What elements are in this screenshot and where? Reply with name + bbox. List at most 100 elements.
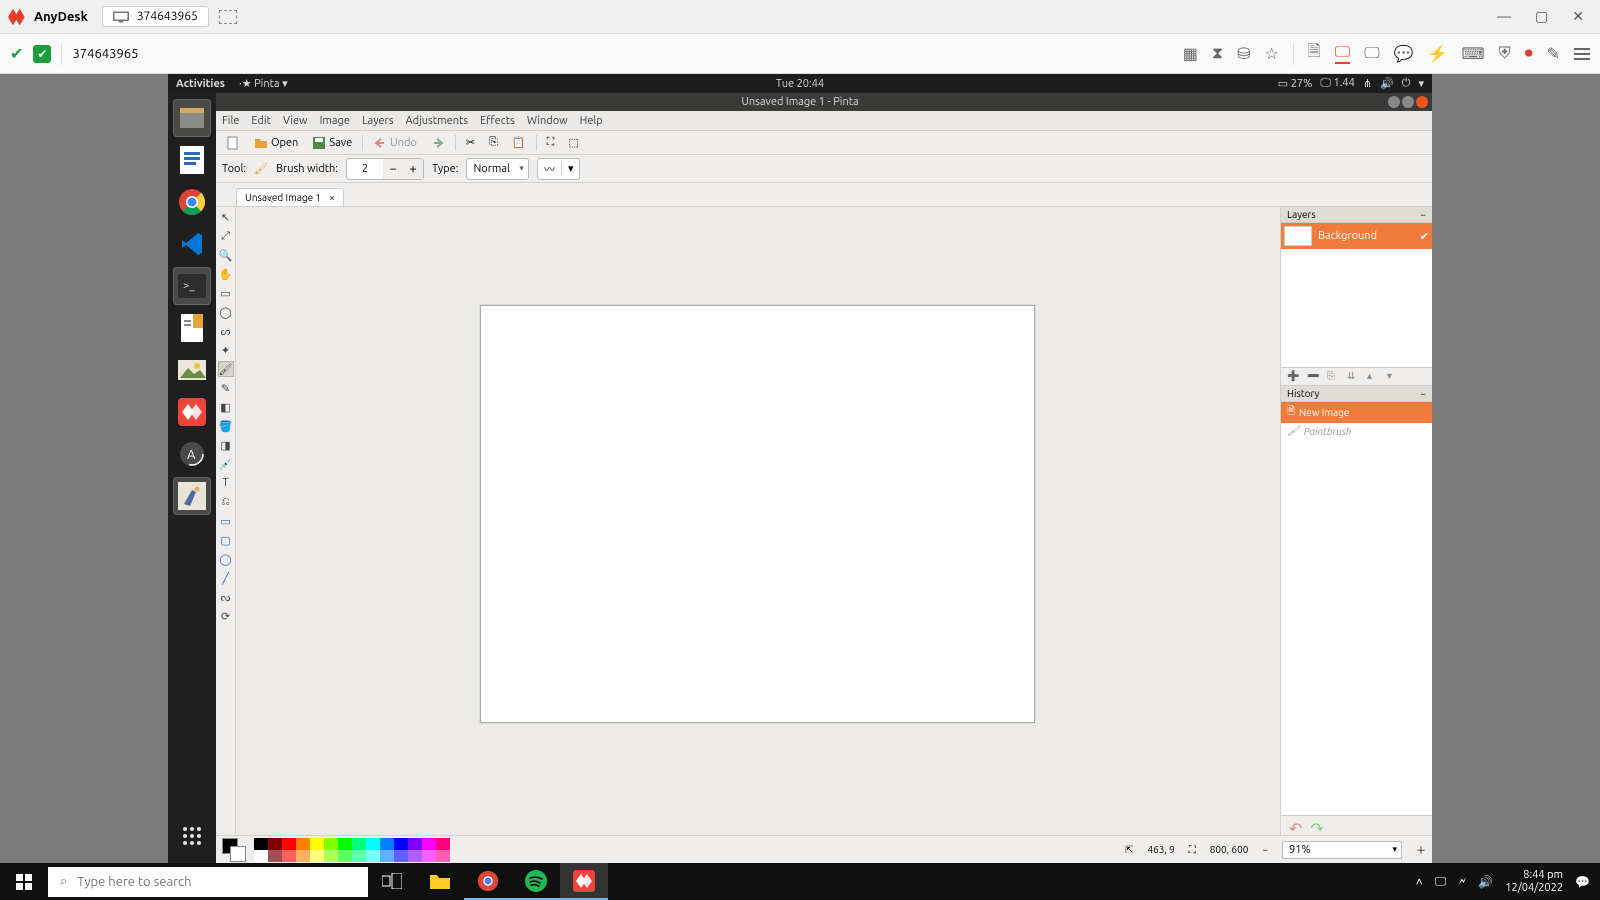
record-icon[interactable]: ⏺ (1525, 44, 1533, 63)
tool-gradient[interactable]: ◨ (218, 437, 234, 453)
volume-icon[interactable]: 🔊 (1380, 77, 1394, 90)
palette-color[interactable] (268, 850, 282, 862)
pinta-maximize-icon[interactable] (1402, 96, 1414, 108)
dock-libreoffice-writer[interactable] (173, 141, 211, 179)
brush-width-increase[interactable]: + (403, 159, 423, 179)
menu-effects[interactable]: Effects (480, 115, 515, 127)
redo-button[interactable] (427, 134, 449, 152)
app-menu[interactable]: ·★ Pinta ▾ (239, 77, 288, 90)
menu-layers[interactable]: Layers (362, 115, 394, 127)
tool-move-sel[interactable]: ⤢ (218, 228, 234, 244)
new-tab-button[interactable] (219, 10, 237, 24)
palette-color[interactable] (296, 850, 310, 862)
start-button[interactable] (0, 874, 48, 890)
dock-show-apps[interactable] (173, 817, 211, 855)
tool-freeform[interactable]: ᔓ (218, 589, 234, 605)
tool-pencil[interactable]: ✎ (218, 380, 234, 396)
undo-button[interactable]: Undo (369, 134, 421, 152)
zoom-select[interactable]: 91% (1282, 841, 1402, 859)
menu-edit[interactable]: Edit (251, 115, 271, 127)
menu-icon[interactable] (1574, 48, 1590, 60)
background-color[interactable] (230, 846, 246, 862)
palette-color[interactable] (282, 850, 296, 862)
tool-recolor[interactable]: ⟳ (218, 608, 234, 624)
duplicate-layer-icon[interactable]: ⎘ (1327, 370, 1341, 384)
dock-pinta[interactable] (173, 477, 211, 515)
stroke-style-segment[interactable]: 〰▾ (537, 158, 581, 180)
tool-text[interactable]: T (218, 475, 234, 491)
brush-width-input[interactable] (347, 163, 383, 175)
dock-text-editor[interactable] (173, 309, 211, 347)
palette-color[interactable] (380, 838, 394, 850)
palette-color[interactable] (422, 838, 436, 850)
favorite-icon[interactable]: ☆ (1265, 44, 1279, 63)
anydesk-session-tab[interactable]: 374643965 (102, 6, 209, 27)
tool-clone[interactable]: ⎌ (218, 494, 234, 510)
lightning-icon[interactable]: ⚡ (1428, 44, 1448, 63)
tray-chevron-icon[interactable]: ˄ (1416, 875, 1423, 889)
palette-color[interactable] (254, 850, 268, 862)
layer-row[interactable]: Background ✔ (1281, 223, 1432, 249)
menu-adjustments[interactable]: Adjustments (406, 115, 469, 127)
tool-move[interactable]: ↖ (218, 209, 234, 225)
menu-view[interactable]: View (283, 115, 308, 127)
task-view-button[interactable] (368, 863, 416, 900)
activities-button[interactable]: Activities (176, 78, 225, 90)
tool-line[interactable]: ╱ (218, 570, 234, 586)
tool-ellipse-select[interactable]: ◯ (218, 304, 234, 320)
connection-verified-icon[interactable]: ✔ (33, 45, 51, 63)
palette-color[interactable] (380, 850, 394, 862)
palette-color[interactable] (338, 838, 352, 850)
layer-up-icon[interactable]: ▴ (1367, 370, 1381, 384)
palette-color[interactable] (394, 850, 408, 862)
monitor-active-icon[interactable]: 🖵 (1335, 43, 1350, 64)
palette-color[interactable] (324, 838, 338, 850)
net-status[interactable]: 🖵 1.44 (1320, 77, 1354, 90)
dock-chrome[interactable] (173, 183, 211, 221)
system-menu-chevron[interactable]: ▾ (1418, 77, 1424, 90)
ubuntu-clock[interactable]: Tue 20:44 (776, 78, 824, 90)
dock-software-updater[interactable]: A (173, 435, 211, 473)
dock-anydesk[interactable] (173, 393, 211, 431)
brush-type-select[interactable]: Normal (466, 158, 529, 180)
dock-files[interactable] (173, 99, 211, 137)
tray-notifications-icon[interactable]: 💬 (1575, 875, 1590, 889)
tab-close-icon[interactable]: × (329, 192, 335, 203)
tray-volume-icon[interactable]: 🔊 (1478, 875, 1493, 889)
chat-icon[interactable]: 💬 (1394, 44, 1414, 63)
database-icon[interactable]: ⛁ (1237, 44, 1250, 63)
merge-layer-icon[interactable]: ⇊ (1347, 370, 1361, 384)
collapse-icon[interactable]: − (1420, 209, 1426, 220)
palette-color[interactable] (268, 838, 282, 850)
tool-rounded-rect[interactable]: ▢ (218, 532, 234, 548)
history-item[interactable]: 🗎New Image (1281, 402, 1432, 423)
canvas[interactable] (480, 305, 1035, 723)
menu-image[interactable]: Image (320, 115, 350, 127)
screenshot-icon[interactable]: ▦ (1183, 44, 1198, 63)
paste-button[interactable]: 📋 (508, 134, 530, 151)
palette-color[interactable] (352, 850, 366, 862)
palette-color[interactable] (366, 838, 380, 850)
keyboard-icon[interactable]: ⌨ (1461, 44, 1484, 63)
save-button[interactable]: Save (308, 134, 356, 152)
tool-color-picker[interactable]: 💉 (218, 456, 234, 472)
palette-color[interactable] (352, 838, 366, 850)
cut-button[interactable]: ✂ (462, 134, 479, 151)
taskbar-file-explorer[interactable] (416, 863, 464, 900)
battery-status[interactable]: ▭ 27% (1278, 77, 1313, 90)
history-redo-icon[interactable]: ↷ (1310, 819, 1323, 832)
pinta-minimize-icon[interactable] (1388, 96, 1400, 108)
palette-color[interactable] (408, 850, 422, 862)
canvas-area[interactable] (236, 207, 1280, 835)
tray-battery-icon[interactable]: 🗲 (1458, 875, 1466, 889)
document-tab[interactable]: Unsaved Image 1 × (236, 188, 344, 206)
history-header[interactable]: History− (1281, 386, 1432, 402)
tool-paintbrush[interactable]: 🖌 (218, 361, 234, 377)
layer-visible-icon[interactable]: ✔ (1420, 230, 1429, 243)
copy-button[interactable]: ⎘ (485, 134, 502, 151)
power-icon[interactable]: ⏻ (1402, 77, 1411, 90)
pinta-window-titlebar[interactable]: Unsaved Image 1 - Pinta (168, 93, 1432, 111)
menu-window[interactable]: Window (527, 115, 568, 127)
add-layer-icon[interactable]: ➕ (1287, 370, 1301, 384)
layers-header[interactable]: Layers− (1281, 207, 1432, 223)
